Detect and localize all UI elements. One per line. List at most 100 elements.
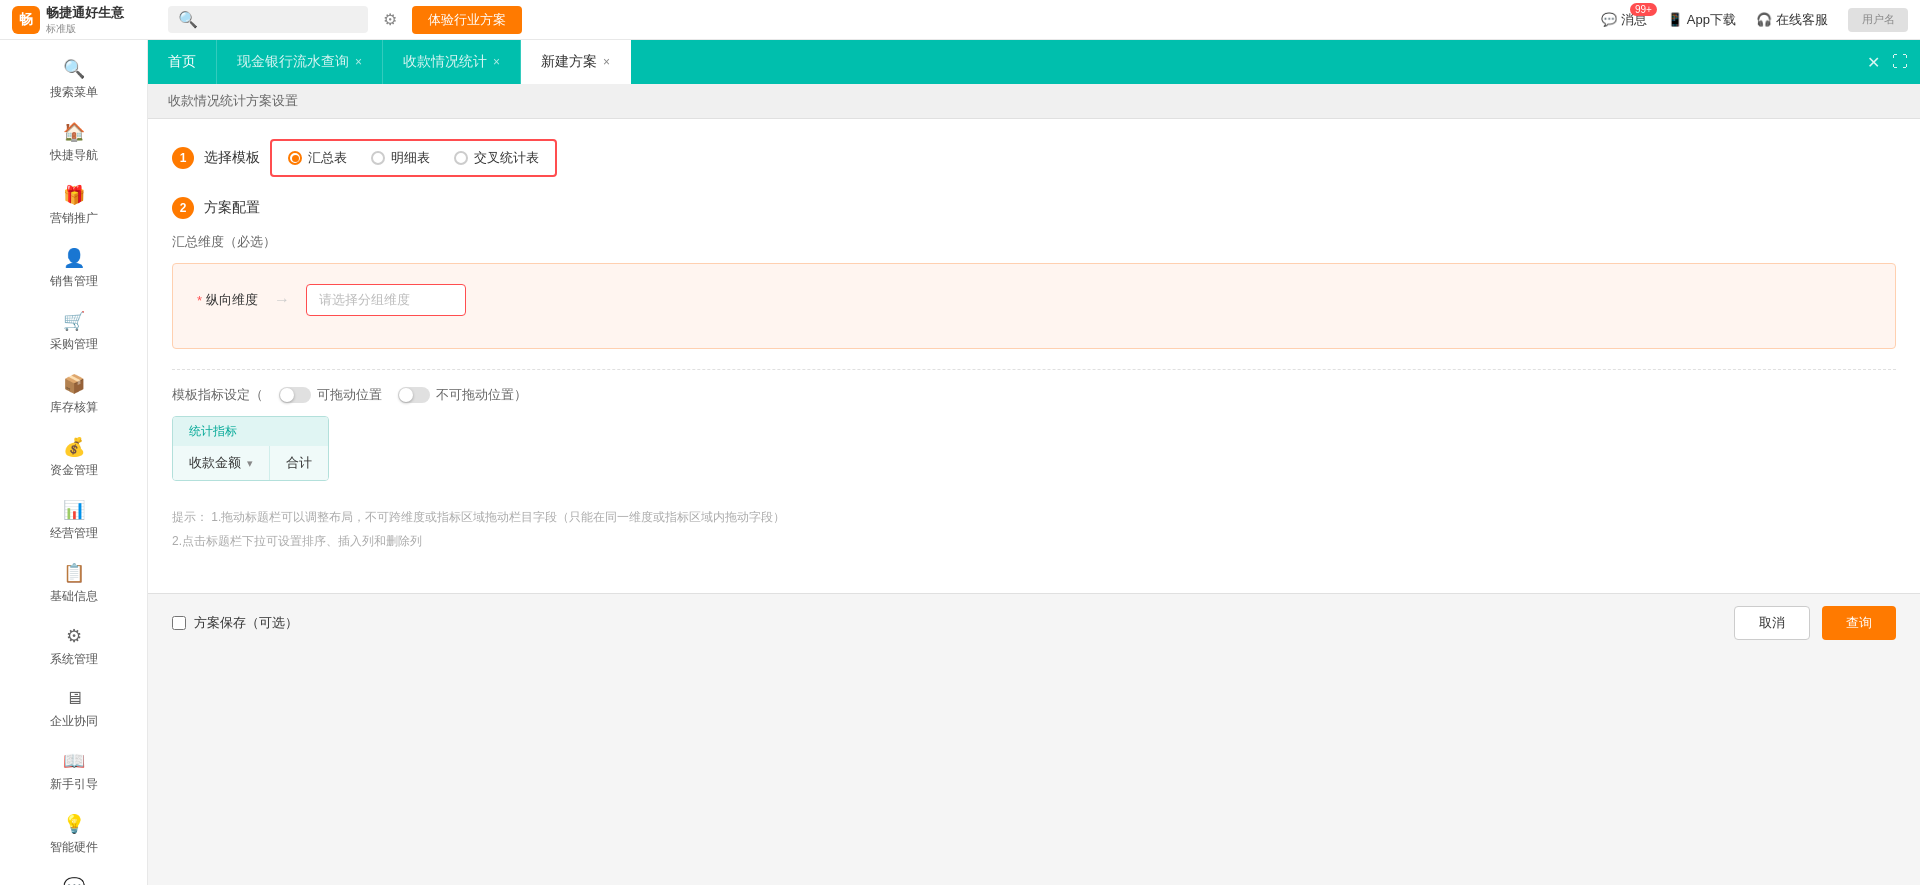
- tab-newplan-close[interactable]: ×: [603, 55, 610, 69]
- step2-title: 方案配置: [204, 199, 260, 217]
- query-button[interactable]: 查询: [1822, 606, 1896, 640]
- page-breadcrumb: 收款情况统计方案设置: [148, 84, 1920, 119]
- main-layout: 🔍 搜索菜单 🏠 快捷导航 🎁 营销推广 👤 销售管理 🛒 采购管理 📦 库存核…: [0, 40, 1920, 885]
- message-item[interactable]: 💬 消息 99+: [1601, 11, 1647, 29]
- radio-cross-label: 交叉统计表: [474, 149, 539, 167]
- download-item[interactable]: 📱 App下载: [1667, 11, 1736, 29]
- radio-cross[interactable]: 交叉统计表: [454, 149, 539, 167]
- sidebar-label-system: 系统管理: [50, 651, 98, 668]
- logo-area: 畅 畅捷通好生意 标准版: [12, 4, 160, 36]
- chart-icon: 📊: [63, 499, 85, 521]
- sidebar-label-hardware: 智能硬件: [50, 839, 98, 856]
- tips-section: 提示： 1.拖动标题栏可以调整布局，不可跨维度或指标区域拖动栏目字段（只能在同一…: [172, 505, 1896, 553]
- sidebar-label-sales: 销售管理: [50, 273, 98, 290]
- sidebar-item-system[interactable]: ⚙ 系统管理: [0, 615, 147, 678]
- step1-num: 1: [172, 147, 194, 169]
- required-star: *: [197, 293, 202, 308]
- download-label: App下载: [1687, 11, 1736, 29]
- sidebar-item-nav[interactable]: 🏠 快捷导航: [0, 111, 147, 174]
- logo-badge: 标准版: [46, 22, 124, 36]
- metrics-group-title: 统计指标: [173, 417, 328, 446]
- service-item[interactable]: 🎧 在线客服: [1756, 11, 1828, 29]
- home-icon: 🏠: [63, 121, 85, 143]
- tab-newplan-label: 新建方案: [541, 53, 597, 71]
- metrics-row: 收款金额 ▾ 合计: [173, 446, 328, 480]
- sidebar-item-hardware[interactable]: 💡 智能硬件: [0, 803, 147, 866]
- step1-section: 1 选择模板 汇总表 明细表: [172, 139, 1896, 177]
- sidebar-item-finance[interactable]: 💰 资金管理: [0, 426, 147, 489]
- download-icon: 📱: [1667, 12, 1683, 27]
- radio-summary[interactable]: 汇总表: [288, 149, 347, 167]
- drag-toggle-dot: [280, 388, 294, 402]
- non-draggable-label: 不可拖动位置）: [436, 386, 527, 404]
- save-plan-checkbox[interactable]: [172, 616, 186, 630]
- step2-section: 2 方案配置 汇总维度（必选） * 纵向维度 →: [172, 197, 1896, 553]
- tab-bar: 首页 现金银行流水查询 × 收款情况统计 × 新建方案 × ✕ ⛶: [148, 40, 1920, 84]
- service-icon: 🎧: [1756, 12, 1772, 27]
- sidebar-item-guide[interactable]: 📖 新手引导: [0, 740, 147, 803]
- dimension-title: 汇总维度（必选）: [172, 233, 1896, 251]
- search-icon: 🔍: [63, 58, 85, 80]
- logo-text: 畅捷通好生意: [46, 4, 124, 22]
- trial-button[interactable]: 体验行业方案: [412, 6, 522, 34]
- sidebar: 🔍 搜索菜单 🏠 快捷导航 🎁 营销推广 👤 销售管理 🛒 采购管理 📦 库存核…: [0, 40, 148, 885]
- chevron-down-icon: ▾: [247, 457, 253, 470]
- wechat-icon: 💬: [63, 876, 85, 885]
- drag-toggle[interactable]: [279, 387, 311, 403]
- breadcrumb-text: 收款情况统计方案设置: [168, 93, 298, 108]
- radio-detail[interactable]: 明细表: [371, 149, 430, 167]
- step1-header: 1 选择模板 汇总表 明细表: [172, 139, 1896, 177]
- person-icon: 👤: [63, 247, 85, 269]
- metric-subtotal: 合计: [270, 446, 328, 480]
- sidebar-label-search: 搜索菜单: [50, 84, 98, 101]
- cancel-button[interactable]: 取消: [1734, 606, 1810, 640]
- tab-newplan[interactable]: 新建方案 ×: [521, 40, 631, 84]
- dimension-row: * 纵向维度 → 请选择分组维度: [197, 284, 1871, 316]
- sidebar-label-marketing: 营销推广: [50, 210, 98, 227]
- metric-amount[interactable]: 收款金额 ▾: [173, 446, 270, 480]
- sidebar-item-wechat[interactable]: 💬 企业微信: [0, 866, 147, 885]
- tab-receipt-label: 收款情况统计: [403, 53, 487, 71]
- tab-home[interactable]: 首页: [148, 40, 217, 84]
- tab-close-action[interactable]: ✕: [1867, 53, 1880, 72]
- sidebar-item-marketing[interactable]: 🎁 营销推广: [0, 174, 147, 237]
- radio-summary-dot: [292, 155, 299, 162]
- radio-detail-circle: [371, 151, 385, 165]
- radio-cross-circle: [454, 151, 468, 165]
- sidebar-item-sales[interactable]: 👤 销售管理: [0, 237, 147, 300]
- sidebar-label-nav: 快捷导航: [50, 147, 98, 164]
- content-area: 首页 现金银行流水查询 × 收款情况统计 × 新建方案 × ✕ ⛶ 收款情况统计…: [148, 40, 1920, 885]
- non-draggable-indicator: 不可拖动位置）: [398, 386, 527, 404]
- metrics-section: 模板指标设定（ 可拖动位置 不可拖: [172, 369, 1896, 485]
- non-drag-toggle[interactable]: [398, 387, 430, 403]
- header-right: 💬 消息 99+ 📱 App下载 🎧 在线客服 用户名: [1601, 8, 1908, 32]
- tab-cashbank-close[interactable]: ×: [355, 55, 362, 69]
- header-search-area[interactable]: 🔍: [168, 6, 368, 33]
- sidebar-label-management: 经营管理: [50, 525, 98, 542]
- user-name: 用户名: [1862, 12, 1895, 27]
- tip-line1: 提示： 1.拖动标题栏可以调整布局，不可跨维度或指标区域拖动栏目字段（只能在同一…: [172, 505, 1896, 529]
- tab-receipt-close[interactable]: ×: [493, 55, 500, 69]
- dimension-config: 汇总维度（必选） * 纵向维度 → 请选择分组维度: [172, 233, 1896, 349]
- sidebar-item-purchase[interactable]: 🛒 采购管理: [0, 300, 147, 363]
- hardware-icon: 💡: [63, 813, 85, 835]
- dimension-select[interactable]: 请选择分组维度: [306, 284, 466, 316]
- sidebar-item-search[interactable]: 🔍 搜索菜单: [0, 48, 147, 111]
- sidebar-item-basic[interactable]: 📋 基础信息: [0, 552, 147, 615]
- tab-home-label: 首页: [168, 53, 196, 71]
- vertical-label: * 纵向维度: [197, 291, 258, 309]
- sidebar-item-inventory[interactable]: 📦 库存核算: [0, 363, 147, 426]
- tab-cashbank-label: 现金银行流水查询: [237, 53, 349, 71]
- settings-icon[interactable]: ⚙: [376, 6, 404, 34]
- non-drag-toggle-dot: [399, 388, 413, 402]
- tab-receipt[interactable]: 收款情况统计 ×: [383, 40, 521, 84]
- tab-cashbank[interactable]: 现金银行流水查询 ×: [217, 40, 383, 84]
- sidebar-item-collab[interactable]: 🖥 企业协同: [0, 678, 147, 740]
- user-avatar[interactable]: 用户名: [1848, 8, 1908, 32]
- sidebar-item-management[interactable]: 📊 经营管理: [0, 489, 147, 552]
- metrics-header-text: 模板指标设定（: [172, 386, 263, 404]
- book-icon: 📖: [63, 750, 85, 772]
- sidebar-label-purchase: 采购管理: [50, 336, 98, 353]
- dimension-arrow: →: [274, 291, 290, 309]
- tab-maximize-action[interactable]: ⛶: [1892, 53, 1908, 71]
